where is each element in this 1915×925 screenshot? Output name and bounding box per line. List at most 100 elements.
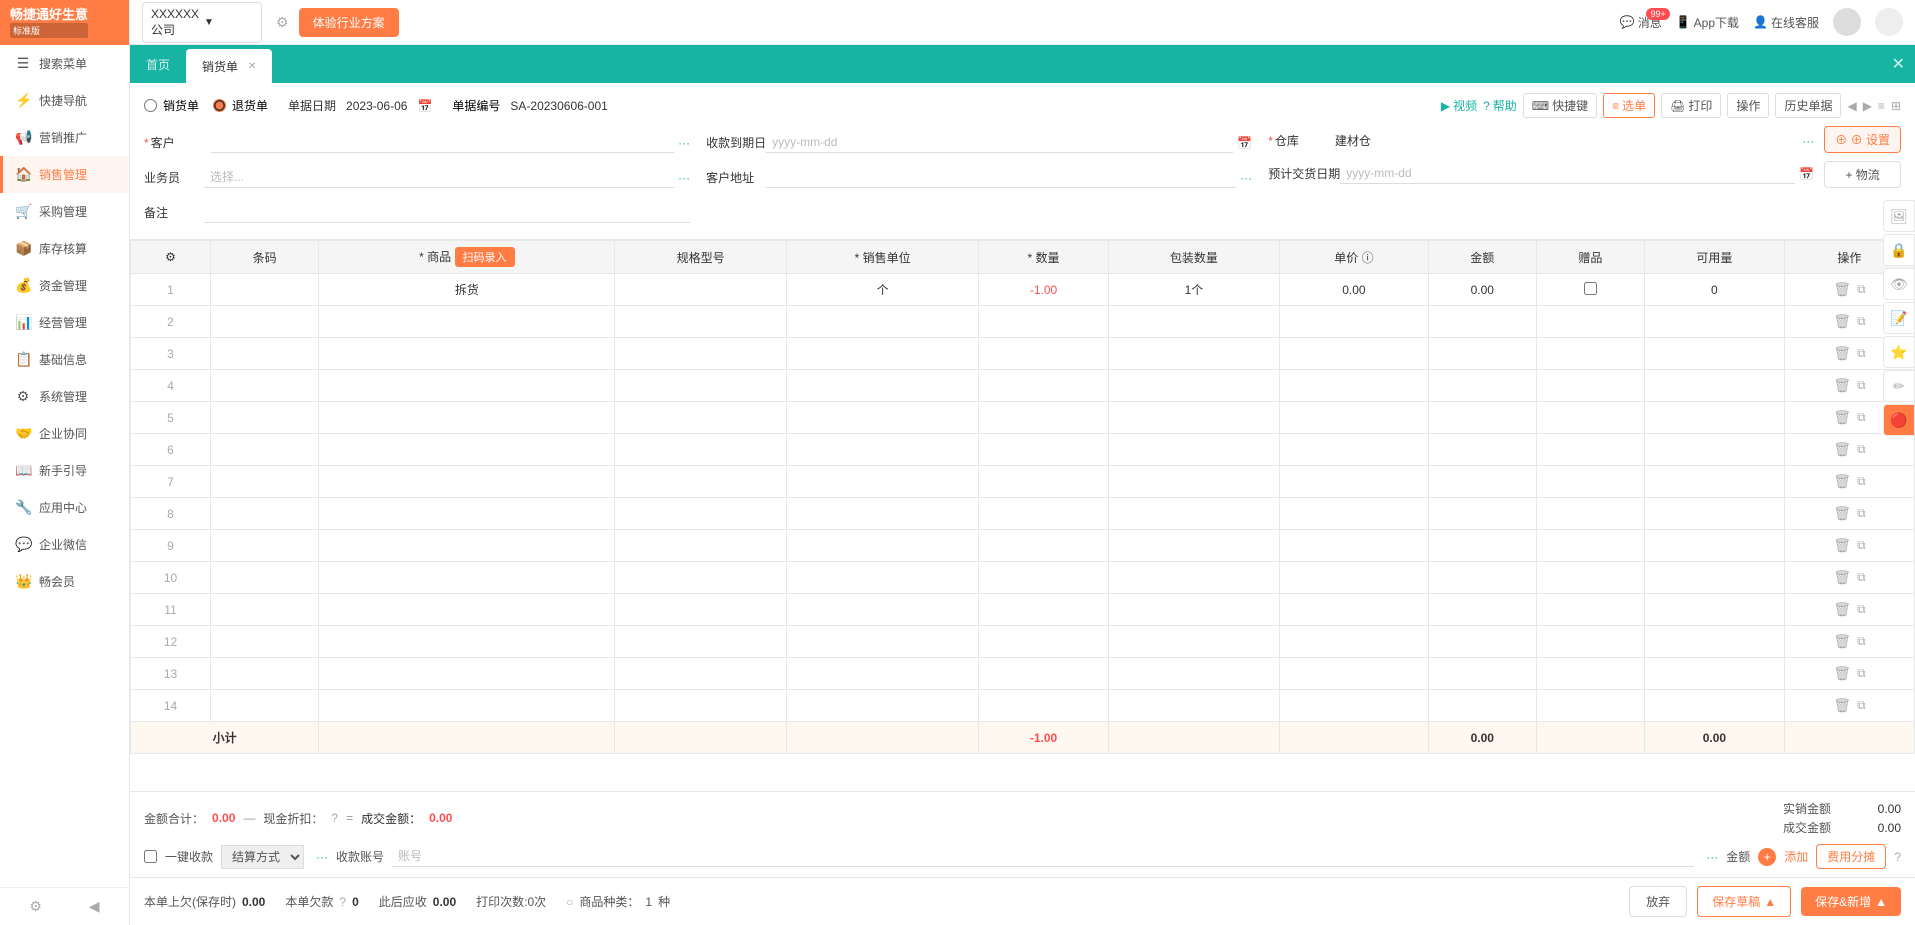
- cell-barcode[interactable]: [211, 594, 319, 626]
- cell-barcode[interactable]: [211, 306, 319, 338]
- cell-unit[interactable]: [786, 658, 979, 690]
- address-dots-icon[interactable]: ···: [1240, 171, 1252, 185]
- copy-row-icon[interactable]: ⧉: [1857, 538, 1866, 553]
- sidebar-item-inventory[interactable]: 📦 库存核算: [0, 230, 129, 267]
- cell-product[interactable]: [319, 498, 615, 530]
- scan-button[interactable]: 扫码录入: [455, 247, 515, 267]
- user-avatar[interactable]: [1833, 8, 1861, 36]
- copy-row-icon[interactable]: ⧉: [1857, 698, 1866, 713]
- tab-sales[interactable]: 销货单 ✕: [186, 49, 272, 83]
- cell-amount[interactable]: [1428, 626, 1536, 658]
- delete-row-icon[interactable]: 🗑: [1833, 409, 1851, 426]
- cell-qty[interactable]: [979, 466, 1108, 498]
- salesperson-dots-icon[interactable]: ···: [678, 171, 690, 185]
- expected-date-input[interactable]: [1340, 163, 1795, 184]
- customer-address-input[interactable]: [766, 167, 1236, 188]
- sidebar-item-guide[interactable]: 📖 新手引导: [0, 452, 129, 489]
- cell-product[interactable]: [319, 530, 615, 562]
- cell-gift[interactable]: [1536, 690, 1644, 722]
- copy-row-icon[interactable]: ⧉: [1857, 314, 1866, 329]
- col-settings[interactable]: ⚙: [131, 241, 211, 274]
- cell-barcode[interactable]: [211, 530, 319, 562]
- delete-row-icon[interactable]: 🗑: [1833, 313, 1851, 330]
- discard-button[interactable]: 放弃: [1629, 886, 1687, 917]
- cell-product[interactable]: [319, 466, 615, 498]
- select-btn[interactable]: ≡ 选单: [1603, 93, 1655, 118]
- cell-qty[interactable]: [979, 370, 1108, 402]
- cell-pkg[interactable]: [1108, 498, 1279, 530]
- delete-row-icon[interactable]: 🗑: [1833, 633, 1851, 650]
- cell-unit[interactable]: [786, 338, 979, 370]
- sidebar-item-membership[interactable]: 👑 畅会员: [0, 563, 129, 600]
- cell-pkg[interactable]: [1108, 562, 1279, 594]
- cell-qty[interactable]: [979, 562, 1108, 594]
- cell-qty[interactable]: [979, 658, 1108, 690]
- float-star-icon[interactable]: ⭐: [1883, 336, 1915, 368]
- cell-gift[interactable]: [1536, 498, 1644, 530]
- cell-spec[interactable]: [615, 530, 786, 562]
- cell-gift[interactable]: [1536, 466, 1644, 498]
- cell-price[interactable]: [1280, 562, 1429, 594]
- delete-row-icon[interactable]: 🗑: [1833, 441, 1851, 458]
- cell-spec[interactable]: [615, 370, 786, 402]
- cell-gift[interactable]: [1536, 402, 1644, 434]
- delete-row-icon[interactable]: 🗑: [1833, 505, 1851, 522]
- cell-unit[interactable]: 个: [786, 274, 979, 306]
- cell-barcode[interactable]: [211, 498, 319, 530]
- user-avatar2[interactable]: [1875, 8, 1903, 36]
- cell-unit[interactable]: [786, 530, 979, 562]
- cell-product[interactable]: [319, 690, 615, 722]
- cell-amount[interactable]: [1428, 306, 1536, 338]
- float-eye-icon[interactable]: 👁: [1883, 268, 1915, 300]
- save-new-button[interactable]: 保存&新增 ▲: [1801, 887, 1901, 916]
- cell-pkg[interactable]: [1108, 402, 1279, 434]
- sidebar-item-wechat[interactable]: 💬 企业微信: [0, 526, 129, 563]
- cell-spec[interactable]: [615, 626, 786, 658]
- cell-pkg[interactable]: [1108, 626, 1279, 658]
- cell-qty[interactable]: [979, 306, 1108, 338]
- tab-close-icon[interactable]: ✕: [248, 61, 256, 72]
- cell-spec[interactable]: [615, 562, 786, 594]
- cell-price[interactable]: [1280, 594, 1429, 626]
- delete-row-icon[interactable]: 🗑: [1833, 281, 1851, 298]
- cell-product[interactable]: [319, 594, 615, 626]
- online-service-link[interactable]: 👤 在线客服: [1753, 14, 1819, 31]
- radio-sales-order[interactable]: [144, 99, 157, 112]
- cell-pkg[interactable]: [1108, 594, 1279, 626]
- cell-gift[interactable]: [1536, 626, 1644, 658]
- sidebar-item-purchase[interactable]: 🛒 采购管理: [0, 193, 129, 230]
- float-edit-icon[interactable]: ✏: [1883, 370, 1915, 402]
- cell-gift[interactable]: [1536, 658, 1644, 690]
- cell-unit[interactable]: [786, 562, 979, 594]
- cell-product[interactable]: [319, 338, 615, 370]
- cell-barcode[interactable]: [211, 466, 319, 498]
- cell-pkg[interactable]: [1108, 690, 1279, 722]
- cell-qty[interactable]: [979, 498, 1108, 530]
- tabbar-close-icon[interactable]: ✕: [1892, 54, 1905, 74]
- cell-price[interactable]: [1280, 434, 1429, 466]
- copy-row-icon[interactable]: ⧉: [1857, 346, 1866, 361]
- cell-pkg[interactable]: [1108, 306, 1279, 338]
- delete-row-icon[interactable]: 🗑: [1833, 345, 1851, 362]
- tab-home[interactable]: 首页: [130, 45, 186, 83]
- cell-amount[interactable]: 0.00: [1428, 274, 1536, 306]
- cell-price[interactable]: 0.00: [1280, 274, 1429, 306]
- discount-help-icon[interactable]: ?: [331, 811, 338, 825]
- settlement-dots-icon[interactable]: ···: [316, 850, 328, 864]
- float-image-icon[interactable]: 🖼: [1883, 200, 1915, 232]
- cell-pkg[interactable]: [1108, 658, 1279, 690]
- grid-view-icon[interactable]: ⊞: [1891, 99, 1901, 113]
- add-payment-button[interactable]: +: [1758, 848, 1776, 866]
- cell-unit[interactable]: [786, 434, 979, 466]
- notes-input[interactable]: [204, 202, 690, 223]
- cell-amount[interactable]: [1428, 594, 1536, 626]
- cell-product[interactable]: 拆货: [319, 274, 615, 306]
- cell-product[interactable]: [319, 626, 615, 658]
- cell-spec[interactable]: [615, 466, 786, 498]
- product-count-icon[interactable]: ○: [566, 895, 573, 909]
- float-alert-icon[interactable]: 🔴: [1883, 404, 1915, 436]
- sidebar-item-operations[interactable]: 📊 经营管理: [0, 304, 129, 341]
- cell-price[interactable]: [1280, 658, 1429, 690]
- copy-row-icon[interactable]: ⧉: [1857, 474, 1866, 489]
- copy-row-icon[interactable]: ⧉: [1857, 442, 1866, 457]
